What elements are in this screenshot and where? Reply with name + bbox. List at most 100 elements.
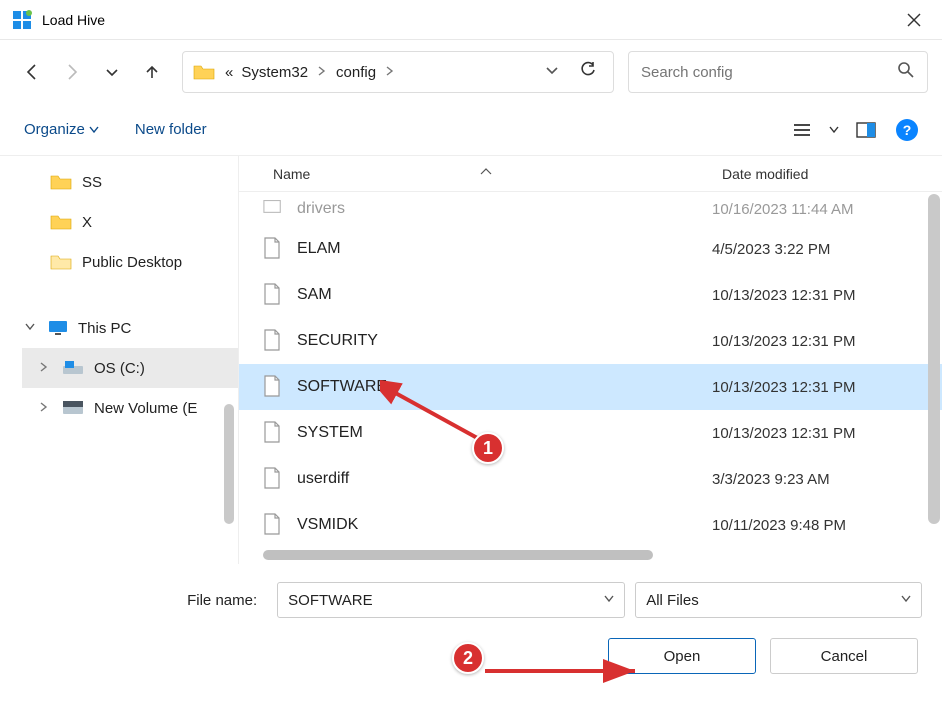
sidebar-item-this-pc[interactable]: This PC	[22, 308, 238, 348]
file-icon	[263, 375, 283, 399]
toolbar: Organize New folder ?	[0, 104, 942, 156]
file-date: 4/5/2023 3:22 PM	[712, 241, 942, 258]
chevron-down-icon[interactable]	[22, 322, 38, 334]
file-icon	[263, 467, 283, 491]
column-name-label: Name	[273, 166, 310, 182]
file-date: 10/13/2023 12:31 PM	[712, 379, 942, 396]
file-row[interactable]: SAM 10/13/2023 12:31 PM	[239, 272, 942, 318]
view-dropdown[interactable]	[826, 114, 842, 146]
filename-input[interactable]: SOFTWARE	[277, 582, 625, 618]
sidebar-item-label: This PC	[78, 320, 131, 337]
address-bar[interactable]: « System32 config	[182, 51, 614, 93]
sidebar-item-label: X	[82, 214, 92, 231]
file-date: 10/13/2023 12:31 PM	[712, 425, 942, 442]
drive-icon	[62, 360, 84, 376]
titlebar: Load Hive	[0, 0, 942, 40]
cancel-button[interactable]: Cancel	[770, 638, 918, 674]
breadcrumb-item[interactable]: config	[332, 64, 380, 81]
filetype-value: All Files	[646, 592, 699, 609]
file-name: ELAM	[297, 240, 712, 258]
preview-pane-button[interactable]	[850, 114, 882, 146]
chevron-down-icon[interactable]	[604, 594, 614, 606]
sidebar-scrollbar[interactable]	[224, 404, 234, 524]
sidebar-item-label: SS	[82, 174, 102, 191]
file-name: SAM	[297, 286, 712, 304]
chevron-right-icon	[380, 65, 400, 79]
file-name: SECURITY	[297, 332, 712, 350]
filename-value: SOFTWARE	[288, 592, 372, 609]
file-row[interactable]: drivers 10/16/2023 11:44 AM	[239, 192, 942, 226]
file-name: SYSTEM	[297, 424, 712, 442]
file-date: 10/13/2023 12:31 PM	[712, 333, 942, 350]
folder-icon	[50, 213, 72, 231]
file-row[interactable]: SECURITY 10/13/2023 12:31 PM	[239, 318, 942, 364]
sidebar-item-os-c[interactable]: OS (C:)	[22, 348, 238, 388]
dialog-buttons: Open Cancel	[20, 638, 922, 674]
view-list-button[interactable]	[786, 114, 818, 146]
sidebar-item-label: New Volume (E	[94, 400, 197, 417]
address-dropdown[interactable]	[535, 63, 569, 82]
organize-label: Organize	[24, 121, 85, 138]
search-input[interactable]	[641, 64, 897, 81]
breadcrumb-ellipsis[interactable]: «	[221, 64, 237, 81]
file-name: userdiff	[297, 470, 712, 488]
sidebar-item-public-desktop[interactable]: Public Desktop	[22, 242, 238, 282]
folder-icon	[193, 63, 215, 81]
file-row[interactable]: SYSTEM 10/13/2023 12:31 PM	[239, 410, 942, 456]
column-date-label: Date modified	[722, 166, 808, 182]
navbar: « System32 config	[0, 40, 942, 104]
file-icon	[263, 421, 283, 445]
column-date[interactable]: Date modified	[722, 166, 942, 182]
file-row-selected[interactable]: SOFTWARE 10/13/2023 12:31 PM	[239, 364, 942, 410]
file-list: Name Date modified drivers 10/16/2023 11…	[238, 156, 942, 564]
bottom-panel: File name: SOFTWARE All Files Open Cance…	[0, 564, 942, 692]
sort-indicator-icon	[480, 168, 492, 179]
filetype-select[interactable]: All Files	[635, 582, 922, 618]
chevron-down-icon[interactable]	[901, 594, 911, 606]
new-folder-button[interactable]: New folder	[135, 121, 207, 138]
column-name[interactable]: Name	[273, 166, 722, 182]
refresh-button[interactable]	[569, 61, 607, 84]
open-button[interactable]: Open	[608, 638, 756, 674]
chevron-right-icon[interactable]	[36, 402, 52, 415]
sidebar-item-x[interactable]: X	[22, 202, 238, 242]
file-date: 3/3/2023 9:23 AM	[712, 471, 942, 488]
folder-icon	[50, 173, 72, 191]
file-icon	[263, 329, 283, 353]
sidebar-item-new-volume[interactable]: New Volume (E	[22, 388, 238, 428]
pc-icon	[48, 320, 68, 336]
file-row[interactable]: userdiff 3/3/2023 9:23 AM	[239, 456, 942, 502]
folder-icon	[50, 253, 72, 271]
vertical-scrollbar[interactable]	[928, 194, 940, 524]
file-date: 10/16/2023 11:44 AM	[712, 201, 942, 218]
body: SS X Public Desktop This PC OS (C:) New …	[0, 156, 942, 564]
file-name: VSMIDK	[297, 516, 712, 534]
app-icon	[12, 10, 32, 30]
close-button[interactable]	[894, 0, 934, 40]
organize-button[interactable]: Organize	[24, 121, 99, 138]
breadcrumb-item[interactable]: System32	[237, 64, 312, 81]
sidebar-item-label: OS (C:)	[94, 360, 145, 377]
file-row[interactable]: VSMIDK 10/11/2023 9:48 PM	[239, 502, 942, 548]
horizontal-scrollbar[interactable]	[239, 550, 942, 564]
filename-label: File name:	[20, 592, 267, 609]
up-button[interactable]	[134, 54, 170, 90]
sidebar-item-ss[interactable]: SS	[22, 162, 238, 202]
forward-button[interactable]	[54, 54, 90, 90]
search-box[interactable]	[628, 51, 928, 93]
file-rows: drivers 10/16/2023 11:44 AM ELAM 4/5/202…	[239, 192, 942, 550]
file-name: drivers	[297, 200, 712, 218]
chevron-right-icon[interactable]	[36, 362, 52, 375]
file-row[interactable]: ELAM 4/5/2023 3:22 PM	[239, 226, 942, 272]
file-icon	[263, 237, 283, 261]
filename-row: File name: SOFTWARE All Files	[20, 582, 922, 618]
help-button[interactable]: ?	[896, 119, 918, 141]
recent-dropdown[interactable]	[94, 54, 130, 90]
file-icon	[263, 513, 283, 537]
file-date: 10/13/2023 12:31 PM	[712, 287, 942, 304]
file-name: SOFTWARE	[297, 378, 712, 396]
sidebar: SS X Public Desktop This PC OS (C:) New …	[0, 156, 238, 564]
search-icon[interactable]	[897, 61, 915, 84]
file-date: 10/11/2023 9:48 PM	[712, 517, 942, 534]
back-button[interactable]	[14, 54, 50, 90]
